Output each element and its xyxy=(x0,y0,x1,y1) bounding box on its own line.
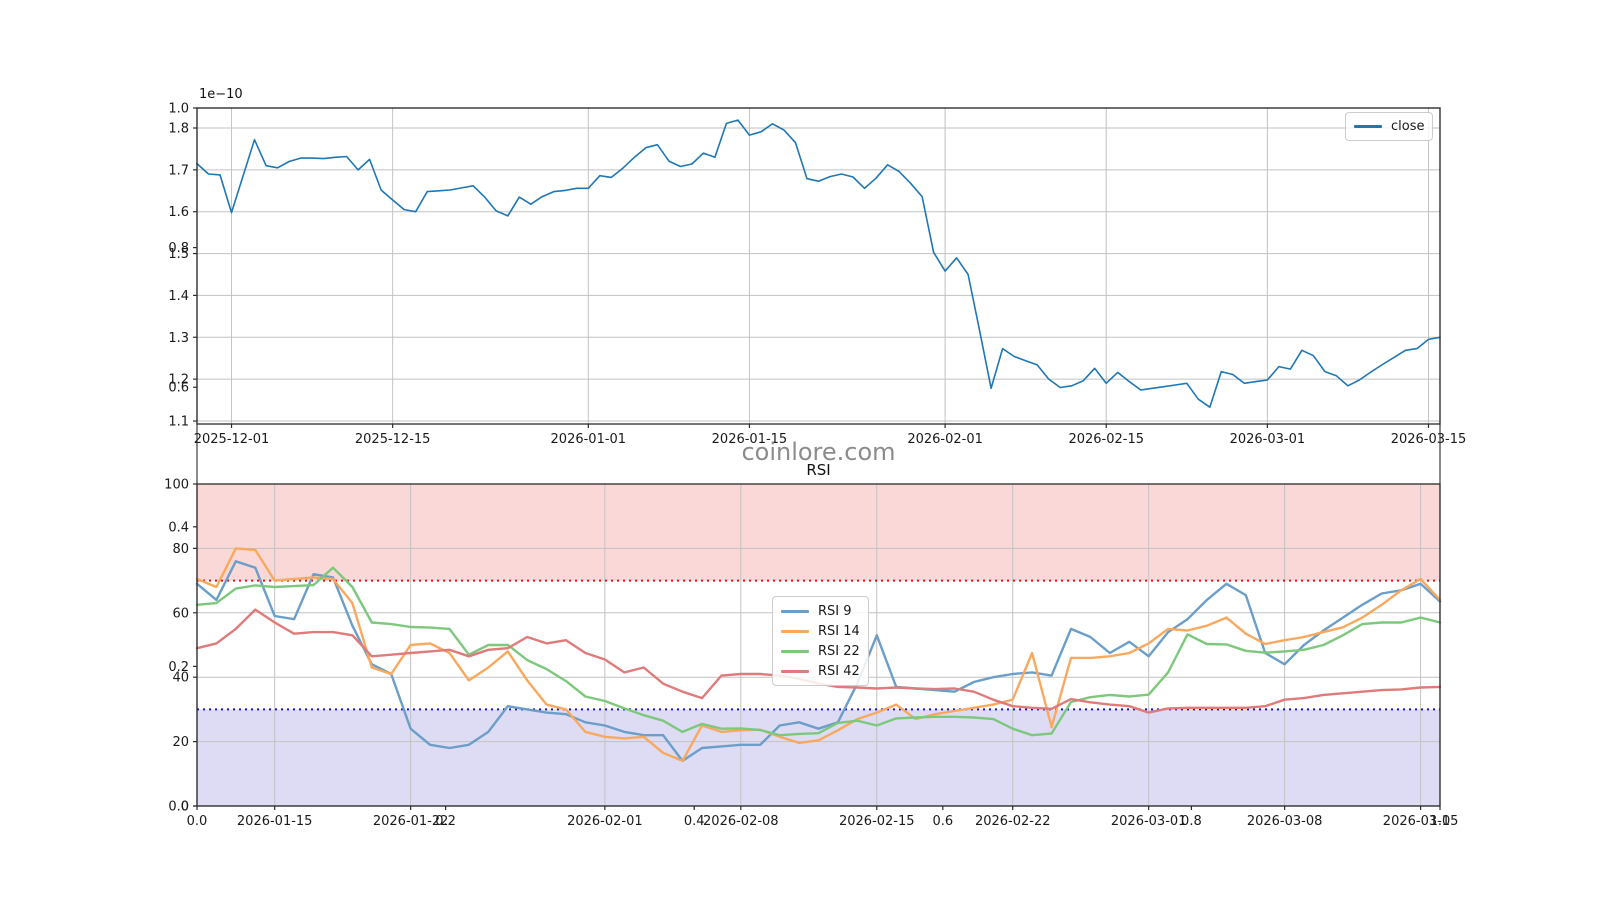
legend-label-rsi-14: RSI 14 xyxy=(818,623,860,639)
legend-label-close: close xyxy=(1391,119,1425,134)
svg-text:2026-02-01: 2026-02-01 xyxy=(567,814,643,829)
rsi-42-line-swatch xyxy=(781,669,809,673)
legend-label-rsi-22: RSI 22 xyxy=(818,643,860,659)
svg-text:2026-01-15: 2026-01-15 xyxy=(237,814,313,829)
svg-text:2026-02-22: 2026-02-22 xyxy=(975,814,1051,829)
svg-text:1.4: 1.4 xyxy=(168,289,189,304)
price-legend: close xyxy=(1345,112,1433,141)
svg-text:20: 20 xyxy=(172,735,189,750)
chart-figure: 1.1 1.2 1.3 1.4 1.5 1.6 1.7 1.8 2025-12-01 2025-1… xyxy=(0,0,1600,900)
svg-text:0.2: 0.2 xyxy=(435,814,456,829)
svg-text:1.7: 1.7 xyxy=(168,163,189,178)
svg-text:1.3: 1.3 xyxy=(168,331,189,346)
svg-text:2026-03-01: 2026-03-01 xyxy=(1111,814,1187,829)
legend-item-rsi-42: RSI 42 xyxy=(781,661,860,681)
svg-text:0.0: 0.0 xyxy=(187,814,208,829)
svg-text:0.8: 0.8 xyxy=(168,241,189,256)
svg-text:2026-03-08: 2026-03-08 xyxy=(1247,814,1323,829)
svg-text:0.2: 0.2 xyxy=(168,660,189,675)
svg-text:100: 100 xyxy=(164,478,189,493)
rsi-14-line-swatch xyxy=(781,629,809,633)
svg-text:0.4: 0.4 xyxy=(684,814,705,829)
svg-text:0.4: 0.4 xyxy=(168,520,189,535)
svg-text:0.0: 0.0 xyxy=(168,800,189,815)
svg-text:0.8: 0.8 xyxy=(1181,814,1202,829)
rsi-22-line-swatch xyxy=(781,649,809,653)
legend-item-rsi-9: RSI 9 xyxy=(781,601,860,621)
svg-text:1.0: 1.0 xyxy=(168,102,189,117)
svg-text:2026-02-08: 2026-02-08 xyxy=(703,814,779,829)
svg-text:1.0: 1.0 xyxy=(1430,814,1451,829)
svg-text:1.8: 1.8 xyxy=(168,122,189,137)
svg-text:2026-02-15: 2026-02-15 xyxy=(839,814,915,829)
svg-text:0.6: 0.6 xyxy=(168,381,189,396)
legend-item-rsi-22: RSI 22 xyxy=(781,641,860,661)
close-line-swatch xyxy=(1354,125,1382,128)
svg-text:80: 80 xyxy=(172,542,189,557)
svg-text:0.6: 0.6 xyxy=(932,814,953,829)
svg-text:60: 60 xyxy=(172,606,189,621)
legend-item-rsi-14: RSI 14 xyxy=(781,621,860,641)
rsi-chart-title: RSI xyxy=(806,461,831,479)
rsi-legend: RSI 9 RSI 14 RSI 22 RSI 42 xyxy=(772,596,869,686)
y-axis-offset-label: 1e−10 xyxy=(199,87,243,102)
legend-label-rsi-9: RSI 9 xyxy=(818,603,852,619)
svg-text:1.1: 1.1 xyxy=(168,414,189,429)
legend-item-close: close xyxy=(1354,117,1424,136)
rsi-9-line-swatch xyxy=(781,609,809,613)
legend-label-rsi-42: RSI 42 xyxy=(818,663,860,679)
svg-text:1.6: 1.6 xyxy=(168,205,189,220)
